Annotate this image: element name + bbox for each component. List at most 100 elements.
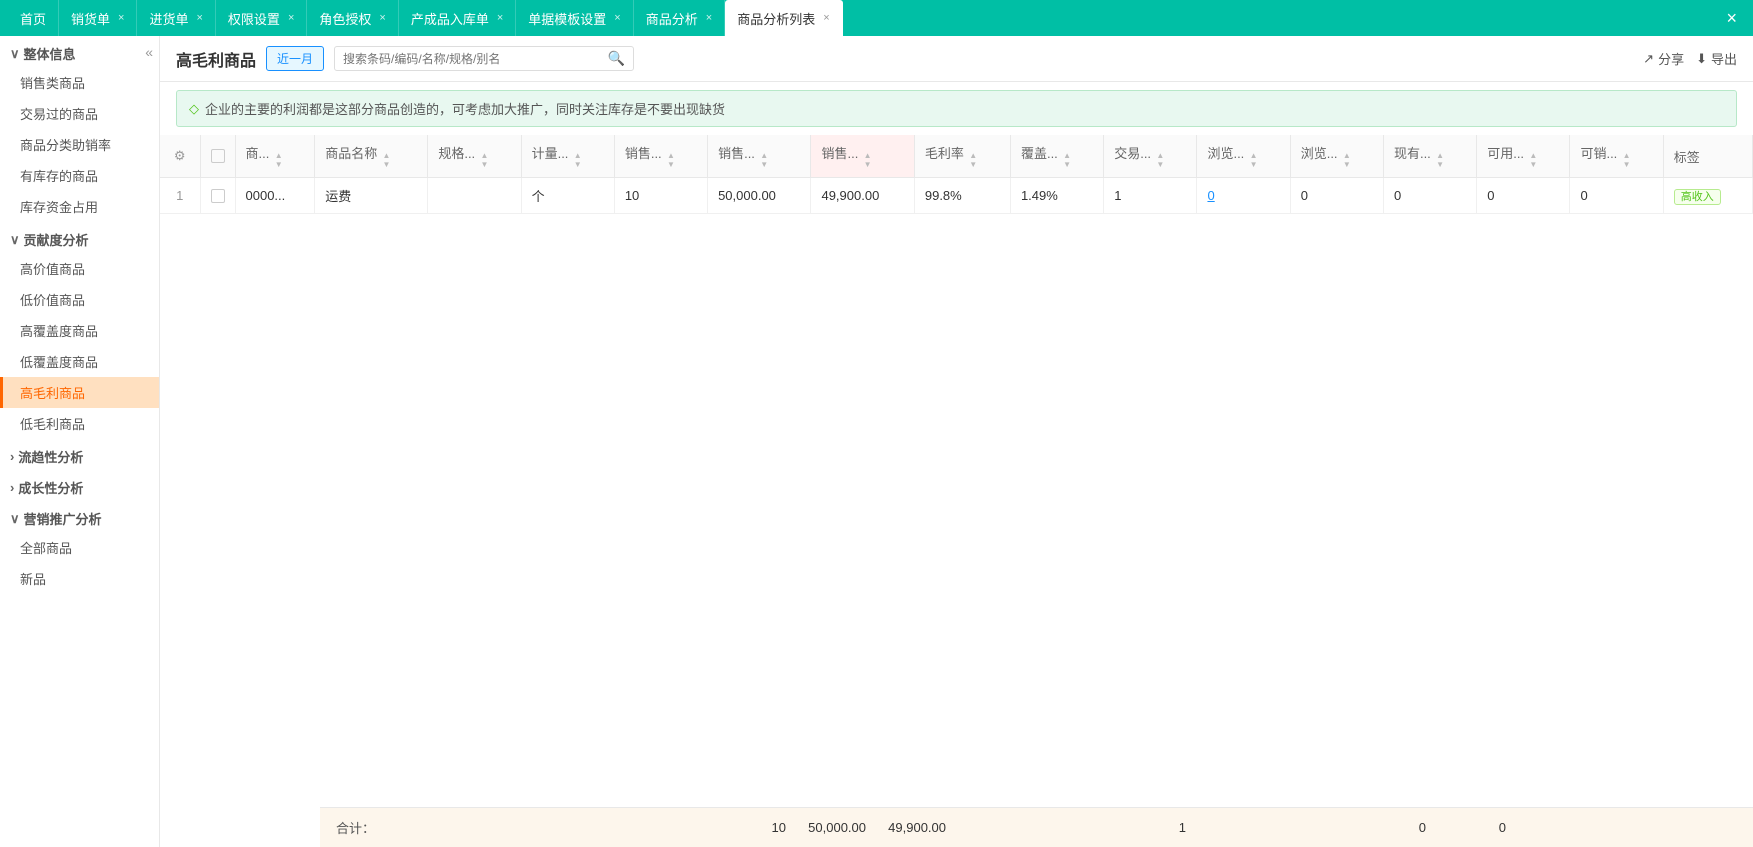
data-table: ⚙ 商... ▲▼ 商品名称 ▲▼ — [160, 135, 1753, 214]
col-sales-cost[interactable]: 销售... ▲▼ — [811, 135, 914, 178]
close-icon[interactable]: × — [379, 12, 385, 24]
sidebar-item-high-margin[interactable]: 高毛利商品 — [0, 377, 159, 408]
header-actions: ↗ 分享 ⬇ 导出 — [1643, 49, 1737, 68]
row-coverage: 1.49% — [1010, 178, 1103, 214]
footer-total: 合计： 10 50,000.00 49,900.00 1 0 0 — [320, 807, 1753, 847]
sort-icon: ▲▼ — [969, 152, 977, 169]
share-icon: ↗ — [1643, 51, 1654, 67]
chevron-right-icon: › — [10, 480, 14, 495]
table-header-row: ⚙ 商... ▲▼ 商品名称 ▲▼ — [160, 135, 1753, 178]
chevron-down-icon: ∨ — [10, 232, 20, 248]
col-views1[interactable]: 浏览... ▲▼ — [1197, 135, 1290, 178]
nav-close-all-btn[interactable]: × — [1718, 8, 1745, 29]
sort-icon: ▲▼ — [667, 152, 675, 169]
export-icon: ⬇ — [1696, 51, 1707, 67]
sidebar-item-sales-goods[interactable]: 销售类商品 — [0, 67, 159, 98]
close-icon[interactable]: × — [196, 12, 202, 24]
row-unit: 个 — [521, 178, 614, 214]
sidebar-group-trend[interactable]: › 流趋性分析 — [0, 439, 159, 470]
footer-available-stock: 0 — [1442, 820, 1522, 835]
share-btn[interactable]: ↗ 分享 — [1643, 49, 1684, 68]
close-icon[interactable]: × — [288, 12, 294, 24]
nav-tab-purchase[interactable]: 进货单 × — [137, 0, 215, 36]
col-settings[interactable]: ⚙ — [160, 135, 200, 178]
sort-icon: ▲▼ — [1529, 152, 1537, 169]
select-all-checkbox[interactable] — [211, 149, 225, 163]
sidebar: « ∨ 整体信息 销售类商品 交易过的商品 商品分类助销率 有库存的商品 库存资… — [0, 36, 160, 847]
col-available-stock[interactable]: 可用... ▲▼ — [1477, 135, 1570, 178]
row-sales-amount: 50,000.00 — [708, 178, 811, 214]
nav-tab-sales[interactable]: 销货单 × — [59, 0, 137, 36]
info-icon: ◇ — [189, 101, 199, 117]
page-title: 高毛利商品 — [176, 47, 256, 71]
sort-icon: ▲▼ — [1436, 152, 1444, 169]
close-icon[interactable]: × — [614, 12, 620, 24]
sort-icon: ▲▼ — [275, 152, 283, 169]
nav-tab-permissions[interactable]: 权限设置 × — [216, 0, 307, 36]
close-icon[interactable]: × — [497, 12, 503, 24]
row-checkbox[interactable] — [200, 178, 235, 214]
sidebar-group-growth[interactable]: › 成长性分析 — [0, 470, 159, 501]
row-spec — [428, 178, 521, 214]
table-row: 1 0000... 运费 个 10 50,000.00 49,900.00 99… — [160, 178, 1753, 214]
info-banner: ◇ 企业的主要的利润都是这部分商品创造的，可考虑加大推广，同时关注库存是不要出现… — [176, 90, 1737, 127]
settings-icon: ⚙ — [174, 148, 186, 163]
footer-sales-qty: 10 — [722, 820, 802, 835]
footer-sales-amount: 50,000.00 — [802, 820, 882, 835]
sidebar-item-stocked-goods[interactable]: 有库存的商品 — [0, 160, 159, 191]
sidebar-item-low-value[interactable]: 低价值商品 — [0, 284, 159, 315]
sidebar-group-marketing[interactable]: ∨ 营销推广分析 — [0, 501, 159, 532]
nav-tab-analysis[interactable]: 商品分析 × — [634, 0, 725, 36]
sort-icon: ▲▼ — [1250, 152, 1258, 169]
col-spec[interactable]: 规格... ▲▼ — [428, 135, 521, 178]
sidebar-group-contribution[interactable]: ∨ 贡献度分析 — [0, 222, 159, 253]
col-gross-margin[interactable]: 毛利率 ▲▼ — [914, 135, 1010, 178]
footer-label: 合计： — [336, 818, 396, 837]
export-btn[interactable]: ⬇ 导出 — [1696, 49, 1737, 68]
sidebar-item-high-value[interactable]: 高价值商品 — [0, 253, 159, 284]
sidebar-group-overall[interactable]: ∨ 整体信息 — [0, 36, 159, 67]
col-code[interactable]: 商... ▲▼ — [235, 135, 315, 178]
row-views1[interactable]: 0 — [1197, 178, 1290, 214]
sort-icon: ▲▼ — [760, 152, 768, 169]
top-nav: 首页 销货单 × 进货单 × 权限设置 × 角色授权 × 产成品入库单 × 单据… — [0, 0, 1753, 36]
nav-tab-home[interactable]: 首页 — [8, 0, 59, 36]
sort-icon: ▲▼ — [574, 152, 582, 169]
col-transactions[interactable]: 交易... ▲▼ — [1104, 135, 1197, 178]
nav-tab-product-entry[interactable]: 产成品入库单 × — [399, 0, 516, 36]
sidebar-item-new-products[interactable]: 新品 — [0, 563, 159, 594]
sidebar-item-low-margin[interactable]: 低毛利商品 — [0, 408, 159, 439]
col-unit[interactable]: 计量... ▲▼ — [521, 135, 614, 178]
col-current-stock[interactable]: 现有... ▲▼ — [1383, 135, 1476, 178]
row-code: 0000... — [235, 178, 315, 214]
close-icon[interactable]: × — [706, 12, 712, 24]
search-input[interactable] — [343, 52, 604, 66]
sidebar-collapse-btn[interactable]: « — [145, 44, 153, 60]
nav-tab-roles[interactable]: 角色授权 × — [307, 0, 398, 36]
close-icon[interactable]: × — [118, 12, 124, 24]
sidebar-item-stock-capital[interactable]: 库存资金占用 — [0, 191, 159, 222]
search-icon[interactable]: 🔍 — [608, 50, 625, 67]
sort-icon: ▲▼ — [481, 152, 489, 169]
col-coverage[interactable]: 覆盖... ▲▼ — [1010, 135, 1103, 178]
col-sales-qty[interactable]: 销售... ▲▼ — [614, 135, 707, 178]
chevron-right-icon: › — [10, 449, 14, 464]
sidebar-item-low-coverage[interactable]: 低覆盖度商品 — [0, 346, 159, 377]
sidebar-item-category-assist[interactable]: 商品分类助销率 — [0, 129, 159, 160]
close-icon[interactable]: × — [823, 12, 829, 24]
col-name[interactable]: 商品名称 ▲▼ — [315, 135, 428, 178]
col-tag: 标签 — [1663, 135, 1752, 178]
sort-icon: ▲▼ — [1156, 152, 1164, 169]
row-tag: 高收入 — [1663, 178, 1752, 214]
col-sales-amount[interactable]: 销售... ▲▼ — [708, 135, 811, 178]
nav-tab-analysis-list[interactable]: 商品分析列表 × — [725, 0, 842, 36]
col-views2[interactable]: 浏览... ▲▼ — [1290, 135, 1383, 178]
time-filter-btn-month[interactable]: 近一月 — [266, 46, 324, 71]
nav-tab-template[interactable]: 单据模板设置 × — [516, 0, 633, 36]
sidebar-item-high-coverage[interactable]: 高覆盖度商品 — [0, 315, 159, 346]
footer-transactions: 1 — [1122, 820, 1202, 835]
sidebar-item-all-goods[interactable]: 全部商品 — [0, 532, 159, 563]
sort-icon: ▲▼ — [1343, 152, 1351, 169]
col-sellable[interactable]: 可销... ▲▼ — [1570, 135, 1663, 178]
sidebar-item-traded-goods[interactable]: 交易过的商品 — [0, 98, 159, 129]
